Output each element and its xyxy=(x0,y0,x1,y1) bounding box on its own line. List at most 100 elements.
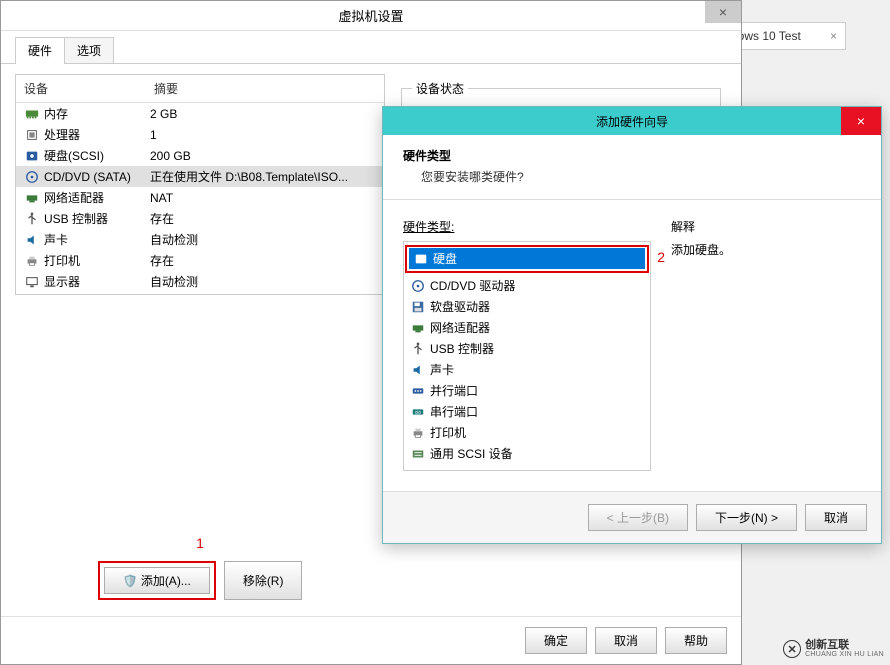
hardware-type-item[interactable]: 通用 SCSI 设备 xyxy=(406,443,648,464)
memory-icon xyxy=(24,106,40,122)
wizard-header: 硬件类型 您要安装哪类硬件? xyxy=(383,135,881,200)
hardware-device-name: USB 控制器 xyxy=(44,210,108,227)
hardware-device-name: 网络适配器 xyxy=(44,189,104,206)
hardware-type-label: 并行端口 xyxy=(430,382,478,399)
hardware-list-header: 设备 摘要 xyxy=(16,75,384,103)
help-button[interactable]: 帮助 xyxy=(665,627,727,654)
hardware-row[interactable]: 打印机 存在 xyxy=(16,250,384,271)
cpu-icon xyxy=(24,127,40,143)
hardware-type-label: 硬件类型: xyxy=(403,218,651,235)
explanation-label: 解释 xyxy=(671,218,861,235)
tab-options[interactable]: 选项 xyxy=(64,37,114,63)
hardware-panel: 设备 摘要 内存 2 GB 处理器1 硬盘(SCSI) 200 GB CD/DVD (SA… xyxy=(15,74,385,610)
settings-titlebar: 虚拟机设置 × xyxy=(1,1,741,31)
hardware-device-name: 内存 xyxy=(44,105,68,122)
hardware-row[interactable]: 网络适配器 NAT xyxy=(16,187,384,208)
hardware-summary: 存在 xyxy=(150,252,376,269)
add-hardware-wizard: 添加硬件向导 × 硬件类型 您要安装哪类硬件? 硬件类型: 硬盘 2 CD/DV… xyxy=(382,106,882,544)
annotation-box-type: 硬盘 2 xyxy=(405,245,649,273)
svg-text:0|0: 0|0 xyxy=(415,409,422,414)
scsi-icon xyxy=(410,446,426,462)
hardware-device-name: 处理器 xyxy=(44,126,80,143)
hardware-summary: 正在使用文件 D:\B08.Template\ISO... xyxy=(150,168,376,185)
settings-footer: 确定 取消 帮助 xyxy=(1,616,741,664)
hardware-row[interactable]: 内存 2 GB xyxy=(16,103,384,124)
display-icon xyxy=(24,274,40,290)
tab-hardware[interactable]: 硬件 xyxy=(15,37,65,63)
network-icon xyxy=(410,320,426,336)
hardware-row[interactable]: 显示器 自动检测 xyxy=(16,271,384,292)
header-device: 设备 xyxy=(24,80,154,97)
usb-icon xyxy=(24,211,40,227)
shield-icon: 🛡️ xyxy=(123,574,138,588)
background-tab[interactable]: lows 10 Test × xyxy=(726,22,846,50)
hardware-row[interactable]: 硬盘(SCSI) 200 GB xyxy=(16,145,384,166)
wizard-next-button[interactable]: 下一步(N) > xyxy=(696,504,797,531)
hardware-type-item[interactable]: 软盘驱动器 xyxy=(406,296,648,317)
cancel-button[interactable]: 取消 xyxy=(595,627,657,654)
hardware-row[interactable]: 声卡 自动检测 xyxy=(16,229,384,250)
hardware-type-label: CD/DVD 驱动器 xyxy=(430,277,515,294)
wizard-body: 硬件类型: 硬盘 2 CD/DVD 驱动器软盘驱动器网络适配器 USB 控制器声卡… xyxy=(383,200,881,491)
hardware-device-name: 硬盘(SCSI) xyxy=(44,147,104,164)
hardware-summary: 自动检测 xyxy=(150,231,376,248)
header-summary: 摘要 xyxy=(154,80,376,97)
wizard-heading: 硬件类型 xyxy=(403,147,861,164)
hardware-type-label: USB 控制器 xyxy=(430,340,494,357)
brand-logo-cn: 创新互联 xyxy=(805,639,884,651)
hardware-type-item[interactable]: 打印机 xyxy=(406,422,648,443)
hardware-row[interactable]: 处理器1 xyxy=(16,124,384,145)
settings-title: 虚拟机设置 xyxy=(338,6,403,25)
hardware-type-label: 串行端口 xyxy=(430,403,478,420)
hardware-device-name: CD/DVD (SATA) xyxy=(44,170,131,184)
hardware-type-item[interactable]: 0|0 串行端口 xyxy=(406,401,648,422)
annotation-marker-2: 2 xyxy=(657,249,665,265)
hardware-type-item[interactable]: 声卡 xyxy=(406,359,648,380)
hardware-type-list[interactable]: 硬盘 2 CD/DVD 驱动器软盘驱动器网络适配器 USB 控制器声卡并行端口 0|… xyxy=(403,241,651,471)
wizard-footer: < 上一步(B) 下一步(N) > 取消 xyxy=(383,491,881,543)
parallel-icon xyxy=(410,383,426,399)
explanation-text: 添加硬盘。 xyxy=(671,241,861,258)
disk-icon xyxy=(24,148,40,164)
settings-close-button[interactable]: × xyxy=(705,1,741,23)
hardware-type-label: 网络适配器 xyxy=(430,319,490,336)
hardware-type-item[interactable]: 硬盘 xyxy=(409,248,645,269)
close-icon: × xyxy=(857,113,865,129)
cd-icon xyxy=(410,278,426,294)
sound-icon xyxy=(410,362,426,378)
hardware-type-label: 通用 SCSI 设备 xyxy=(430,445,513,462)
hardware-row[interactable]: USB 控制器存在 xyxy=(16,208,384,229)
wizard-back-button[interactable]: < 上一步(B) xyxy=(588,504,688,531)
hardware-device-name: 显示器 xyxy=(44,273,80,290)
ok-button[interactable]: 确定 xyxy=(525,627,587,654)
hardware-type-label: 声卡 xyxy=(430,361,454,378)
hardware-summary: 自动检测 xyxy=(150,273,376,290)
hardware-summary: 200 GB xyxy=(150,149,376,163)
hardware-type-item[interactable]: USB 控制器 xyxy=(406,338,648,359)
hardware-row[interactable]: CD/DVD (SATA) 正在使用文件 D:\B08.Template\ISO.… xyxy=(16,166,384,187)
printer-icon xyxy=(24,253,40,269)
hardware-type-item[interactable]: 并行端口 xyxy=(406,380,648,401)
hardware-type-item[interactable]: CD/DVD 驱动器 xyxy=(406,275,648,296)
hardware-summary: 2 GB xyxy=(150,107,376,121)
wizard-subheading: 您要安装哪类硬件? xyxy=(403,164,861,185)
background-tab-close-icon[interactable]: × xyxy=(830,29,837,43)
hardware-buttons-row: 🛡️ 添加(A)... 移除(R) xyxy=(15,551,385,610)
brand-logo: ✕ 创新互联 CHUANG XIN HU LIAN xyxy=(783,639,884,659)
wizard-close-button[interactable]: × xyxy=(841,107,881,135)
brand-logo-en: CHUANG XIN HU LIAN xyxy=(805,651,884,659)
annotation-box-add: 🛡️ 添加(A)... xyxy=(98,561,216,600)
printer-icon xyxy=(410,425,426,441)
hardware-summary: NAT xyxy=(150,191,376,205)
sound-icon xyxy=(24,232,40,248)
hardware-list: 设备 摘要 内存 2 GB 处理器1 硬盘(SCSI) 200 GB CD/DVD (SA… xyxy=(15,74,385,295)
hardware-type-label: 硬盘 xyxy=(433,250,457,267)
hardware-device-name: 打印机 xyxy=(44,252,80,269)
hardware-device-name: 声卡 xyxy=(44,231,68,248)
hardware-type-item[interactable]: 网络适配器 xyxy=(406,317,648,338)
remove-hardware-button[interactable]: 移除(R) xyxy=(224,561,303,600)
background-tab-label: lows 10 Test xyxy=(735,29,801,43)
add-hardware-button[interactable]: 🛡️ 添加(A)... xyxy=(104,567,210,594)
usb-icon xyxy=(410,341,426,357)
wizard-cancel-button[interactable]: 取消 xyxy=(805,504,867,531)
